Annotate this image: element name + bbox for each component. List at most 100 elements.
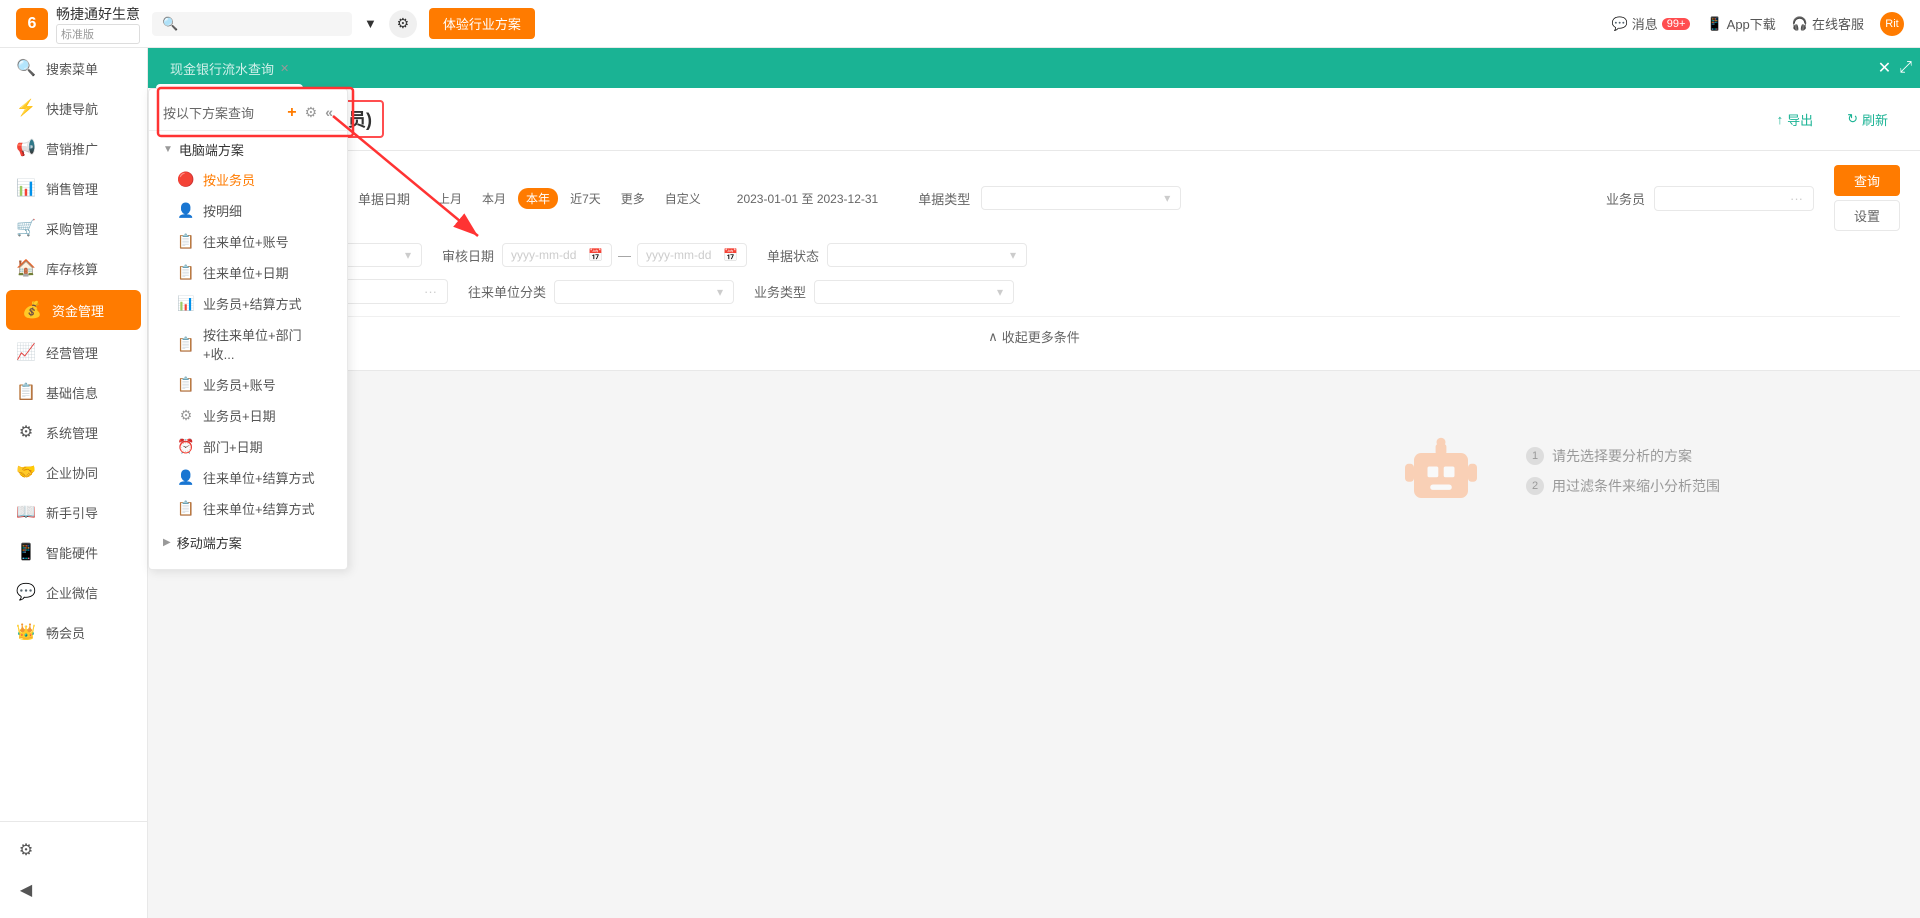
sidebar-item-资金管理[interactable]: 💰 资金管理 <box>6 290 141 330</box>
scheme-item-0-4[interactable]: 📊 业务员+结算方式 <box>149 288 347 319</box>
scheme-item-icon-0-6: 📋 <box>177 376 195 393</box>
scheme-item-0-3[interactable]: 📋 往来单位+日期 <box>149 257 347 288</box>
sidebar-bottom: ⚙ ◀ <box>0 821 147 918</box>
scheme-item-0-9[interactable]: 👤 往来单位+结算方式 <box>149 462 347 493</box>
review-date-to[interactable]: yyyy-mm-dd 📅 <box>637 243 747 267</box>
tab-首页[interactable]: 首页 <box>156 48 303 53</box>
tabs-bar: 首页现金银行流水查询✕收款情况统计✕ ✕ ⤢ <box>148 48 1920 88</box>
scheme-item-0-10[interactable]: 📋 往来单位+结算方式 <box>149 493 347 524</box>
sales-rep-label: 业务员 <box>1606 189 1646 208</box>
date-tab-本年[interactable]: 本年 <box>518 188 558 209</box>
sidebar-item-智能硬件[interactable]: 📱 智能硬件 <box>0 532 147 572</box>
empty-state-area: 1 请先选择要分析的方案 2 用过滤条件来缩小分析范围 <box>148 371 1920 571</box>
sidebar-label-2: 营销推广 <box>46 139 98 158</box>
sidebar-item-库存核算[interactable]: 🏠 库存核算 <box>0 248 147 288</box>
sidebar-item-畅会员[interactable]: 👑 畅会员 <box>0 612 147 652</box>
scheme-item-0-7[interactable]: ⚙ 业务员+日期 <box>149 400 347 431</box>
settings-icon-btn[interactable]: ⚙ <box>389 10 417 38</box>
date-range-display: 2023-01-01 至 2023-12-31 <box>737 190 878 207</box>
panel-settings-icon[interactable]: ⚙ <box>305 104 318 122</box>
empty-steps: 1 请先选择要分析的方案 2 用过滤条件来缩小分析范围 <box>1526 446 1720 496</box>
sidebar-item-经营管理[interactable]: 📈 经营管理 <box>0 332 147 372</box>
doc-status-field: 单据状态 ▾ <box>767 243 1027 267</box>
message-icon: 💬 <box>1612 16 1628 32</box>
sidebar-icon-1: ⚡ <box>16 98 36 118</box>
maximize-icon[interactable]: ⤢ <box>1899 59 1912 77</box>
date-tab-本月[interactable]: 本月 <box>474 188 514 209</box>
biz-type-select[interactable]: ▾ <box>814 280 1014 304</box>
scheme-item-0-8[interactable]: ⏰ 部门+日期 <box>149 431 347 462</box>
scheme-item-0-5[interactable]: 📋 按往来单位+部门+收... <box>149 319 347 369</box>
tab-close-1[interactable]: ✕ <box>280 62 289 75</box>
sidebar-label-8: 基础信息 <box>46 383 98 402</box>
doc-status-select[interactable]: ▾ <box>827 243 1027 267</box>
sales-rep-select[interactable]: ··· <box>1654 186 1814 211</box>
panel-collapse-icon[interactable]: « <box>325 104 333 122</box>
sidebar: 🔍 搜索菜单 ⚡ 快捷导航 📢 营销推广 📊 销售管理 🛒 采购管理 🏠 库存核… <box>0 48 148 918</box>
scheme-item-0-2[interactable]: 📋 往来单位+账号 <box>149 226 347 257</box>
refresh-button[interactable]: ↻ 刷新 <box>1835 105 1900 134</box>
sidebar-label-6: 资金管理 <box>52 301 104 320</box>
nav-search-bar[interactable]: 🔍 <box>152 12 352 36</box>
sidebar-item-销售管理[interactable]: 📊 销售管理 <box>0 168 147 208</box>
date-tab-更多[interactable]: 更多 <box>613 188 653 209</box>
scheme-section-header-0[interactable]: ▼ 电脑端方案 <box>149 135 347 164</box>
date-tab-自定义[interactable]: 自定义 <box>657 188 709 209</box>
export-icon: ↑ <box>1777 112 1784 127</box>
scheme-item-0-0[interactable]: 🔴 按业务员 <box>149 164 347 195</box>
sidebar-item-settings[interactable]: ⚙ <box>0 830 147 870</box>
try-industry-button[interactable]: 体验行业方案 <box>429 8 535 39</box>
scheme-item-label-0-0: 按业务员 <box>203 170 255 189</box>
sidebar-item-搜索菜单[interactable]: 🔍 搜索菜单 <box>0 48 147 88</box>
sidebar-item-新手引导[interactable]: 📖 新手引导 <box>0 492 147 532</box>
sidebar-item-采购管理[interactable]: 🛒 采购管理 <box>0 208 147 248</box>
section-arrow-1: ▶ <box>163 537 171 548</box>
online-service-btn[interactable]: 🎧 在线客服 <box>1792 14 1864 33</box>
sidebar-item-基础信息[interactable]: 📋 基础信息 <box>0 372 147 412</box>
gear-icon: ⚙ <box>397 15 410 32</box>
add-panel-icon[interactable]: + <box>287 104 296 122</box>
partner-category-select[interactable]: ▾ <box>554 280 734 304</box>
app-download-btn[interactable]: 📱 App下载 <box>1706 14 1775 33</box>
close-window-icon[interactable]: ✕ <box>1878 58 1891 78</box>
tab-现金银行流水查询[interactable]: 现金银行流水查询✕ <box>156 53 303 84</box>
messages-btn[interactable]: 💬 消息 99+ <box>1612 14 1691 33</box>
scheme-section-header-1[interactable]: ▶ 移动端方案 <box>149 528 347 557</box>
sidebar-item-系统管理[interactable]: ⚙ 系统管理 <box>0 412 147 452</box>
more-icon[interactable]: ··· <box>1790 191 1803 206</box>
collapse-arrow-icon: ∧ <box>988 329 998 345</box>
sidebar-collapse-btn[interactable]: ◀ <box>0 870 147 910</box>
settings-button[interactable]: 设置 <box>1834 200 1900 231</box>
scheme-item-0-1[interactable]: 👤 按明细 <box>149 195 347 226</box>
partner-more-icon[interactable]: ··· <box>424 284 437 299</box>
empty-robot-icon <box>1396 426 1486 516</box>
tabs-right: ✕ ⤢ <box>1878 58 1912 78</box>
scheme-section-0: ▼ 电脑端方案 🔴 按业务员 👤 按明细 📋 往来单位+账号 📋 往来单位+日期… <box>149 135 347 524</box>
sidebar-item-企业协同[interactable]: 🤝 企业协同 <box>0 452 147 492</box>
sidebar-item-企业微信[interactable]: 💬 企业微信 <box>0 572 147 612</box>
user-avatar[interactable]: Rit <box>1880 12 1904 36</box>
doc-type-select[interactable]: ▾ <box>981 186 1181 210</box>
sidebar-label-0: 搜索菜单 <box>46 59 98 78</box>
sidebar-icon-3: 📊 <box>16 178 36 198</box>
date-tab-近7天[interactable]: 近7天 <box>562 188 609 209</box>
sidebar-item-快捷导航[interactable]: ⚡ 快捷导航 <box>0 88 147 128</box>
sidebar-item-营销推广[interactable]: 📢 营销推广 <box>0 128 147 168</box>
scheme-item-0-6[interactable]: 📋 业务员+账号 <box>149 369 347 400</box>
collapse-bar[interactable]: ∧ 收起更多条件 <box>168 316 1900 356</box>
nav-dropdown[interactable]: ▼ <box>364 16 377 31</box>
sidebar-icon-12: 📱 <box>16 542 36 562</box>
review-date-from[interactable]: yyyy-mm-dd 📅 <box>502 243 612 267</box>
sidebar-label-9: 系统管理 <box>46 423 98 442</box>
messages-badge: 99+ <box>1662 18 1691 30</box>
step1-num: 1 <box>1526 447 1544 465</box>
export-button[interactable]: ↑ 导出 <box>1765 105 1826 134</box>
sidebar-icon-11: 📖 <box>16 502 36 522</box>
date-tab-上月[interactable]: 上月 <box>430 188 470 209</box>
main-layout: 🔍 搜索菜单 ⚡ 快捷导航 📢 营销推广 📊 销售管理 🛒 采购管理 🏠 库存核… <box>0 48 1920 918</box>
query-button[interactable]: 查询 <box>1834 165 1900 196</box>
content-area: 首页现金银行流水查询✕收款情况统计✕ ✕ ⤢ 收款情况统计(按业务员) ↑ 导出… <box>148 48 1920 918</box>
dept-chevron-icon: ▾ <box>405 248 411 262</box>
collapse-label: 收起更多条件 <box>1002 327 1080 346</box>
scheme-item-label-0-8: 部门+日期 <box>203 437 263 456</box>
